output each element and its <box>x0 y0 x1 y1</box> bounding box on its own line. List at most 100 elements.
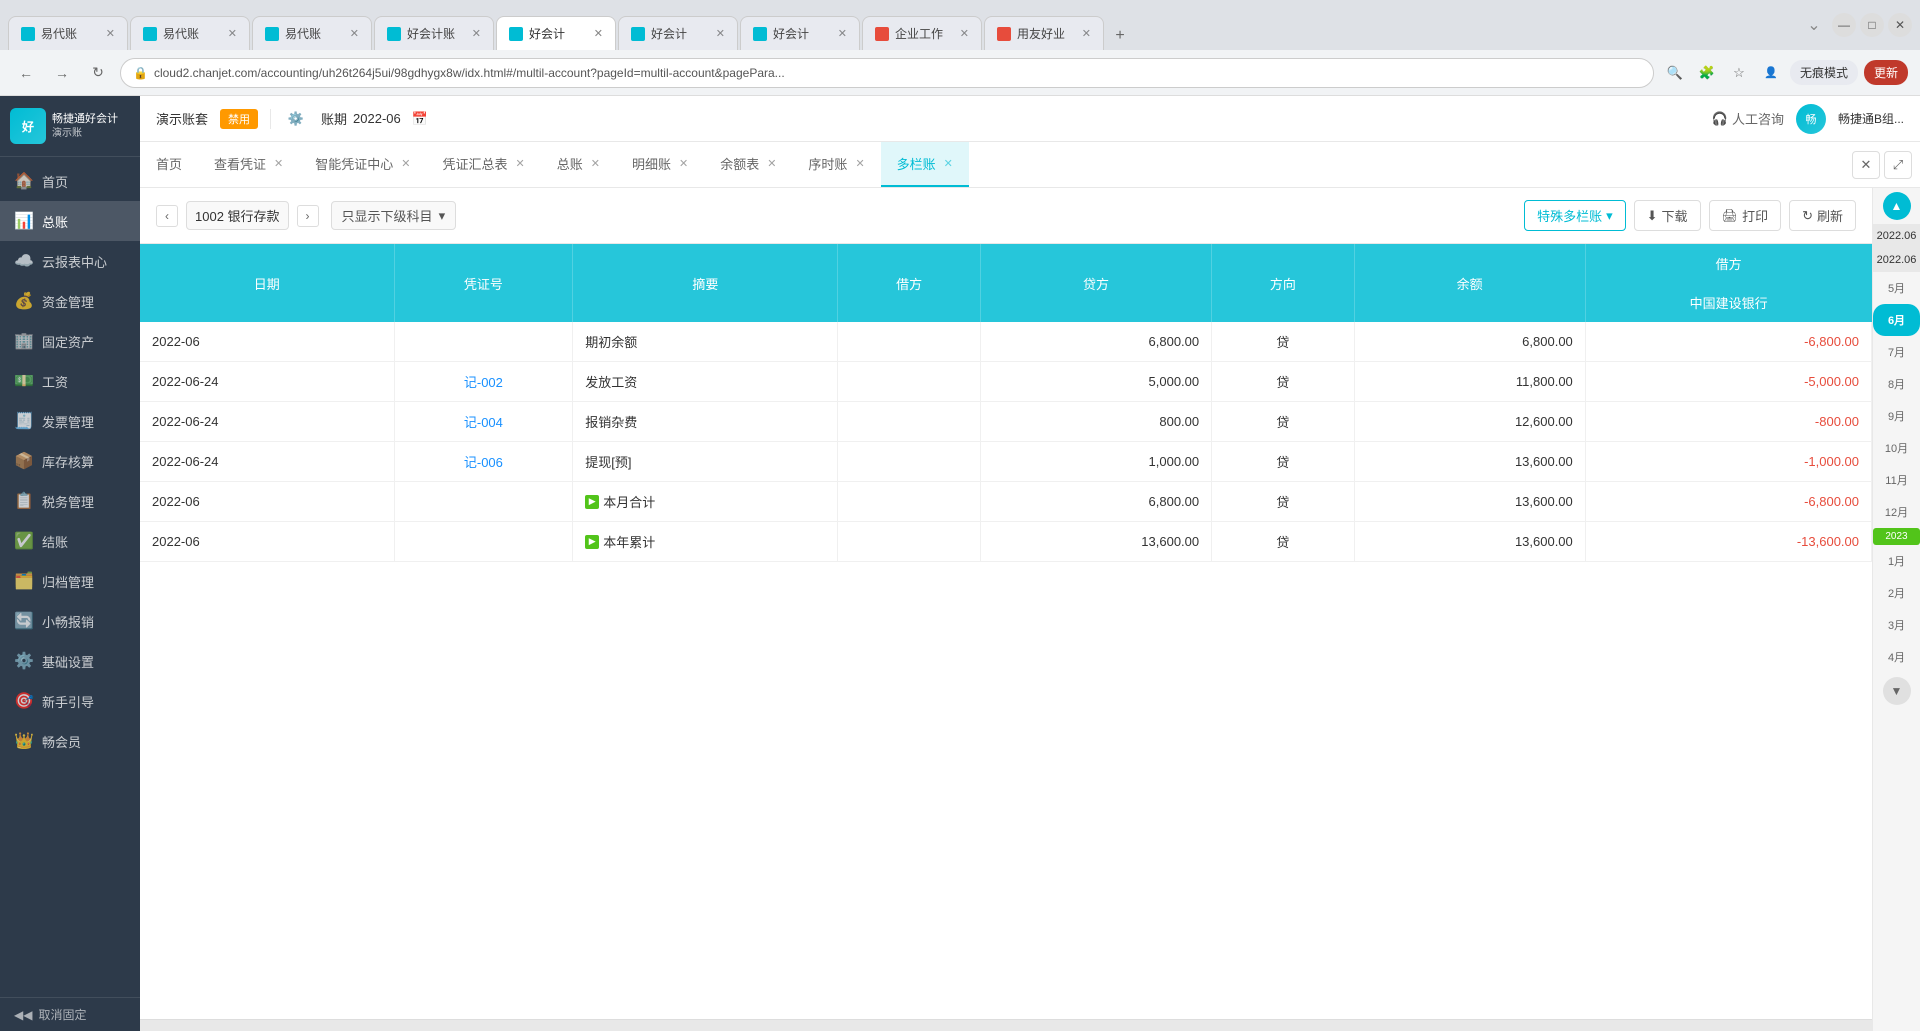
tab-home[interactable]: 首页 <box>140 142 198 187</box>
settings-gear-button[interactable]: ⚙️ <box>283 106 309 132</box>
sidebar-item-cloud-report[interactable]: ☁️ 云报表中心 <box>0 241 140 281</box>
demo-badge[interactable]: 禁用 <box>220 109 258 129</box>
browser-tab-8[interactable]: 企业工作 ✕ <box>862 16 982 50</box>
subject-next-button[interactable]: › <box>297 205 319 227</box>
sidebar-item-expense[interactable]: 🔄 小畅报销 <box>0 601 140 641</box>
refresh-button[interactable]: ↻ <box>84 59 112 87</box>
timeline-month-12[interactable]: 12月 <box>1873 496 1920 528</box>
sidebar-item-fixed-assets[interactable]: 🏢 固定资产 <box>0 321 140 361</box>
browser-tab-2[interactable]: 易代账 ✕ <box>130 16 250 50</box>
timeline-month-10[interactable]: 10月 <box>1873 432 1920 464</box>
timeline-month-5[interactable]: 5月 <box>1873 272 1920 304</box>
tab-close-general-ledger[interactable]: ✕ <box>591 157 600 170</box>
timeline-month-6[interactable]: 6月 <box>1873 304 1920 336</box>
download-button[interactable]: ⬇ 下载 <box>1634 200 1701 231</box>
tab-close-3[interactable]: ✕ <box>350 27 359 40</box>
sidebar-label-settings: 基础设置 <box>42 652 94 671</box>
update-button[interactable]: 更新 <box>1864 60 1908 85</box>
sub-filter-dropdown[interactable]: 只显示下级科目 ▾ <box>331 201 457 230</box>
url-bar[interactable]: 🔒 cloud2.chanjet.com/accounting/uh26t264… <box>120 58 1654 88</box>
tab-close-7[interactable]: ✕ <box>838 27 847 40</box>
tab-close-balance-table[interactable]: ✕ <box>767 157 776 170</box>
subject-prev-button[interactable]: ‹ <box>156 205 178 227</box>
sidebar-item-guide[interactable]: 🎯 新手引导 <box>0 681 140 721</box>
tab-close-6[interactable]: ✕ <box>716 27 725 40</box>
refresh-button[interactable]: ↻ 刷新 <box>1789 200 1856 231</box>
table-cell[interactable]: 记-006 <box>394 442 573 482</box>
tab-smart-voucher[interactable]: 智能凭证中心 ✕ <box>299 142 426 187</box>
timeline-year-2022-a: 2022.06 <box>1873 224 1920 248</box>
browser-tab-7[interactable]: 好会计 ✕ <box>740 16 860 50</box>
extensions-icon[interactable]: 🧩 <box>1694 60 1720 86</box>
sidebar-item-inventory[interactable]: 📦 库存核算 <box>0 441 140 481</box>
table-cell[interactable]: 记-002 <box>394 362 573 402</box>
sidebar-item-general-ledger[interactable]: 📊 总账 <box>0 201 140 241</box>
close-btn[interactable]: ✕ <box>1888 13 1912 37</box>
tab-close-smart-voucher[interactable]: ✕ <box>401 157 410 170</box>
tab-detail-ledger[interactable]: 明细账 ✕ <box>616 142 704 187</box>
special-multi-button[interactable]: 特殊多栏账 ▾ <box>1524 200 1626 231</box>
timeline-month-2023-1[interactable]: 1月 <box>1873 545 1920 577</box>
browser-tab-1[interactable]: 易代账 ✕ <box>8 16 128 50</box>
tab-close-9[interactable]: ✕ <box>1082 27 1091 40</box>
tab-voucher-summary[interactable]: 凭证汇总表 ✕ <box>426 142 540 187</box>
search-icon[interactable]: 🔍 <box>1662 60 1688 86</box>
browser-tab-4[interactable]: 好会计账 ✕ <box>374 16 494 50</box>
bookmark-icon[interactable]: ☆ <box>1726 60 1752 86</box>
wuhen-mode-button[interactable]: 无痕模式 <box>1790 60 1858 85</box>
profile-icon[interactable]: 👤 <box>1758 60 1784 86</box>
sidebar-item-settings[interactable]: ⚙️ 基础设置 <box>0 641 140 681</box>
close-panel-button[interactable]: ✕ <box>1852 151 1880 179</box>
sidebar-item-tax[interactable]: 📋 税务管理 <box>0 481 140 521</box>
timeline-scroll-up[interactable]: ▲ <box>1883 192 1911 220</box>
table-cell[interactable]: 记-004 <box>394 402 573 442</box>
timeline-month-7[interactable]: 7月 <box>1873 336 1920 368</box>
tab-voucher-view[interactable]: 查看凭证 ✕ <box>198 142 299 187</box>
tab-close-8[interactable]: ✕ <box>960 27 969 40</box>
tab-list-btn[interactable]: ⌄ <box>1800 11 1828 39</box>
sidebar-item-archive[interactable]: 🗂️ 归档管理 <box>0 561 140 601</box>
browser-tab-9[interactable]: 用友好业 ✕ <box>984 16 1104 50</box>
sidebar-pin-button[interactable]: ◀◀ 取消固定 <box>0 997 140 1031</box>
timeline-scroll-down[interactable]: ▼ <box>1883 677 1911 705</box>
expand-panel-button[interactable]: ⤢ <box>1884 151 1912 179</box>
back-button[interactable]: ← <box>12 59 40 87</box>
tab-close-voucher-view[interactable]: ✕ <box>274 157 283 170</box>
archive-icon: 🗂️ <box>14 571 34 591</box>
tab-close-multi-ledger[interactable]: ✕ <box>944 157 953 170</box>
new-tab-button[interactable]: + <box>1106 22 1134 50</box>
timeline-month-9[interactable]: 9月 <box>1873 400 1920 432</box>
tab-balance-table[interactable]: 余额表 ✕ <box>704 142 792 187</box>
tab-close-5[interactable]: ✕ <box>594 27 603 40</box>
timeline-month-2023-3[interactable]: 3月 <box>1873 609 1920 641</box>
tab-close-2[interactable]: ✕ <box>228 27 237 40</box>
consult-button[interactable]: 🎧 人工咨询 <box>1712 109 1784 128</box>
forward-button[interactable]: → <box>48 59 76 87</box>
tab-multi-ledger[interactable]: 多栏账 ✕ <box>881 142 969 187</box>
sidebar-item-payroll[interactable]: 💵 工资 <box>0 361 140 401</box>
timeline-month-8[interactable]: 8月 <box>1873 368 1920 400</box>
tab-close-time-ledger[interactable]: ✕ <box>855 157 864 170</box>
bottom-scrollbar[interactable] <box>140 1019 1872 1031</box>
sidebar-item-fund-mgmt[interactable]: 💰 资金管理 <box>0 281 140 321</box>
sidebar-item-closing[interactable]: ✅ 结账 <box>0 521 140 561</box>
tab-general-ledger[interactable]: 总账 ✕ <box>541 142 616 187</box>
sidebar-item-home[interactable]: 🏠 首页 <box>0 161 140 201</box>
tab-close-1[interactable]: ✕ <box>106 27 115 40</box>
browser-tab-6[interactable]: 好会计 ✕ <box>618 16 738 50</box>
print-button[interactable]: 🖨 打印 <box>1709 200 1782 231</box>
minimize-btn[interactable]: — <box>1832 13 1856 37</box>
tab-close-detail-ledger[interactable]: ✕ <box>679 157 688 170</box>
maximize-btn[interactable]: □ <box>1860 13 1884 37</box>
tab-close-4[interactable]: ✕ <box>472 27 481 40</box>
calendar-icon[interactable]: 📅 <box>407 106 433 132</box>
sidebar-item-membership[interactable]: 👑 畅会员 <box>0 721 140 761</box>
tab-time-ledger[interactable]: 序时账 ✕ <box>792 142 880 187</box>
browser-tab-3[interactable]: 易代账 ✕ <box>252 16 372 50</box>
sidebar-item-invoice[interactable]: 🧾 发票管理 <box>0 401 140 441</box>
browser-tab-5[interactable]: 好会计 ✕ <box>496 16 616 50</box>
tab-close-voucher-summary[interactable]: ✕ <box>516 157 525 170</box>
timeline-month-2023-2[interactable]: 2月 <box>1873 577 1920 609</box>
timeline-month-2023-4[interactable]: 4月 <box>1873 641 1920 673</box>
timeline-month-11[interactable]: 11月 <box>1873 464 1920 496</box>
